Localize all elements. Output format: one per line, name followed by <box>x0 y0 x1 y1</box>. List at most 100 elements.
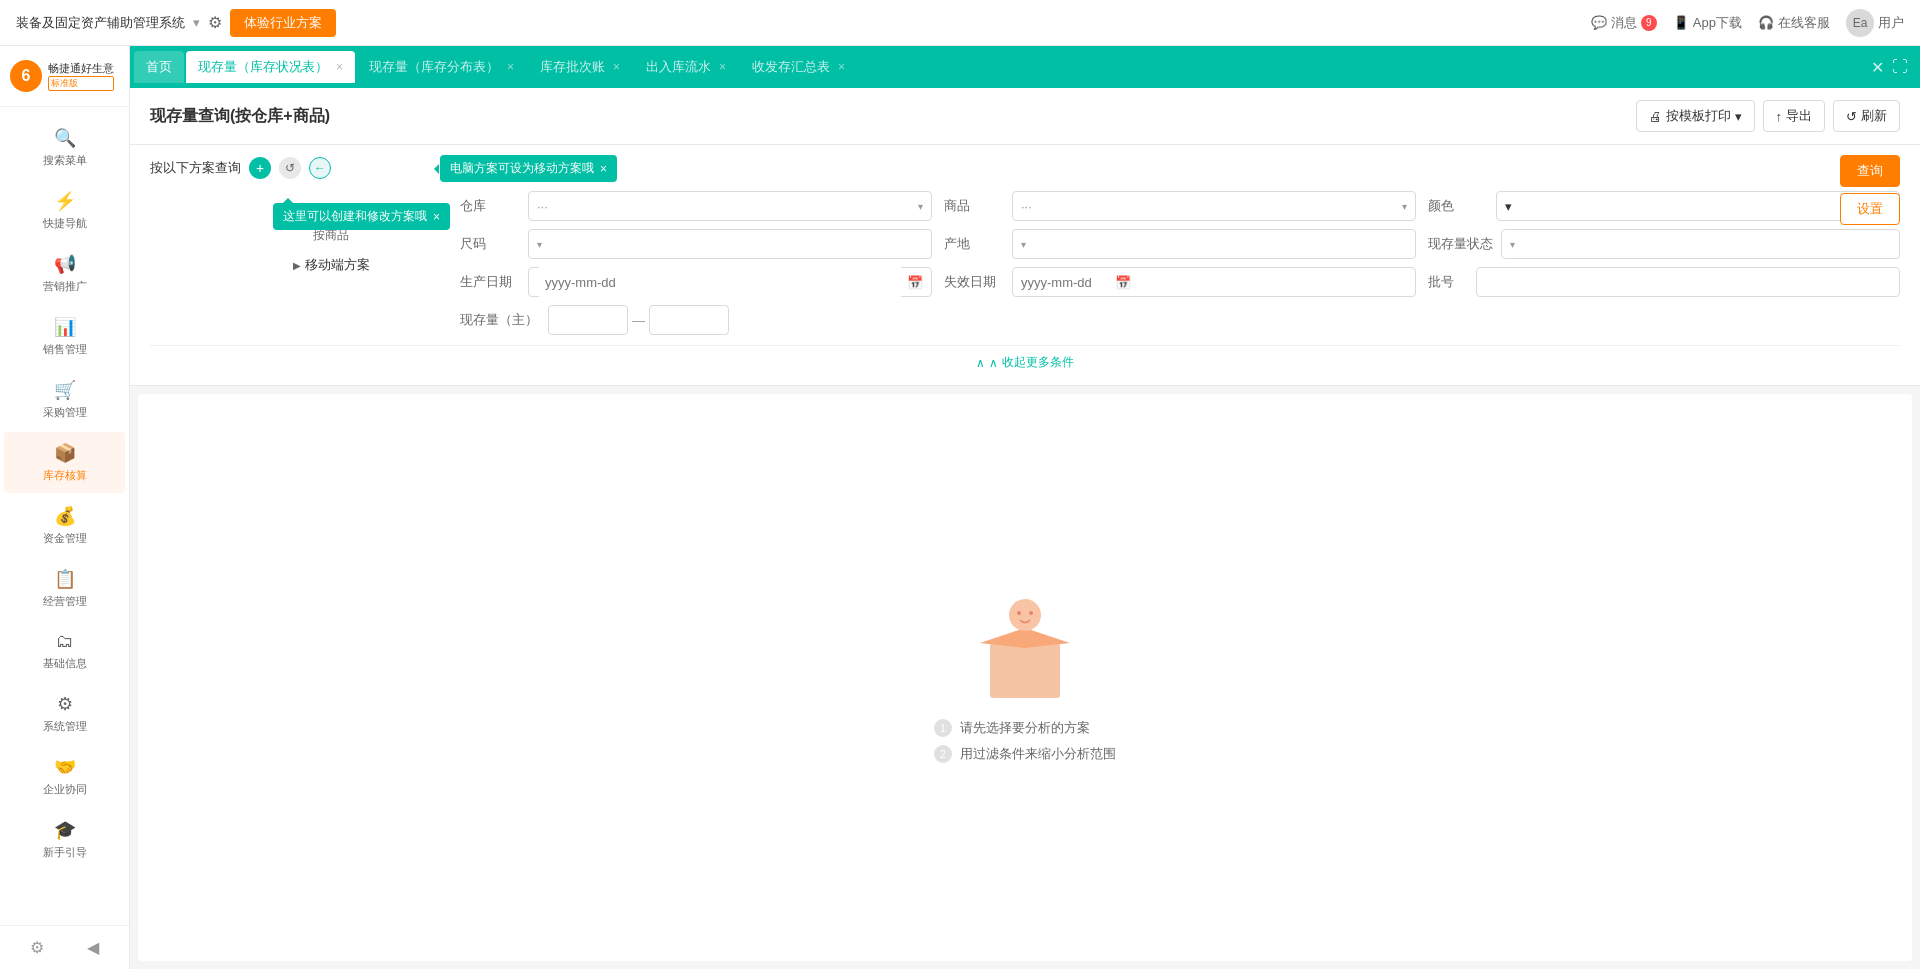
stock-status-label: 现存量状态 <box>1428 235 1493 253</box>
qty-to-input[interactable] <box>649 305 729 335</box>
size-field: 尺码 ▾ <box>460 229 932 259</box>
finance-icon: 💰 <box>54 505 76 527</box>
template-print-button[interactable]: 🖨 按模板打印 ▾ <box>1636 100 1755 132</box>
origin-select[interactable]: ▾ <box>1012 229 1416 259</box>
sidebar-item-guide[interactable]: 🎓 新手引导 <box>4 809 125 870</box>
stock-status-select[interactable]: ▾ <box>1501 229 1900 259</box>
stock-status-select-display[interactable]: ▾ <box>1501 229 1900 259</box>
filter-row-1: 仓库 ··· ▾ 商品 <box>305 191 1900 221</box>
system-dropdown-icon[interactable]: ▾ <box>193 15 200 30</box>
expire-date-from[interactable] <box>1021 275 1111 290</box>
goods-select[interactable]: ··· ▾ <box>1012 191 1416 221</box>
produce-date-range[interactable]: 📅 <box>528 267 932 297</box>
app-download-button[interactable]: 📱 App下载 <box>1673 14 1742 32</box>
tab-inventory-status-label: 现存量（库存状况表） <box>198 58 328 76</box>
sidebar-item-search[interactable]: 🔍 搜索菜单 <box>4 117 125 178</box>
tab-close-inventory-dist[interactable]: × <box>507 60 514 74</box>
collapse-label: 收起更多条件 <box>1002 354 1074 371</box>
refresh-icon: ↺ <box>1846 109 1857 124</box>
tab-close-inout-flow[interactable]: × <box>719 60 726 74</box>
sidebar-item-basic[interactable]: 🗂 基础信息 <box>4 621 125 681</box>
tab-inventory-dist[interactable]: 现存量（库存分布表） × <box>357 51 526 83</box>
tab-inventory-dist-label: 现存量（库存分布表） <box>369 58 499 76</box>
reset-button[interactable]: 设置 <box>1840 193 1900 225</box>
sidebar-item-finance[interactable]: 💰 资金管理 <box>4 495 125 556</box>
collapse-button[interactable]: ∧ ∧ 收起更多条件 <box>976 354 1073 371</box>
tab-expand-btn[interactable]: ⛶ <box>1892 58 1908 76</box>
collapse-up-icon: ∧ ∧ <box>976 356 997 370</box>
mobile-scheme-title[interactable]: ▶ 移动端方案 <box>285 252 425 278</box>
logo-icon: 6 <box>10 60 42 92</box>
export-button[interactable]: ↑ 导出 <box>1763 100 1826 132</box>
user-menu[interactable]: Ea 用户 <box>1846 9 1904 37</box>
message-button[interactable]: 💬 消息 9 <box>1591 14 1657 32</box>
origin-select-display[interactable]: ▾ <box>1012 229 1416 259</box>
warehouse-select[interactable]: ··· ▾ <box>528 191 932 221</box>
quick-icon: ⚡ <box>54 190 76 212</box>
filter-refresh-btn[interactable]: ↺ <box>279 157 301 179</box>
tab-collect-summary-label: 收发存汇总表 <box>752 58 830 76</box>
message-icon: 💬 <box>1591 15 1607 30</box>
expire-date-field: 失效日期 📅 <box>944 267 1416 297</box>
expire-date-label: 失效日期 <box>944 273 1004 291</box>
sidebar-item-quick[interactable]: ⚡ 快捷导航 <box>4 180 125 241</box>
goods-select-display[interactable]: ··· ▾ <box>1012 191 1416 221</box>
sidebar-item-purchase[interactable]: 🛒 采购管理 <box>4 369 125 430</box>
trial-button[interactable]: 体验行业方案 <box>230 9 336 37</box>
tab-inventory-status[interactable]: 现存量（库存状况表） × <box>186 51 355 83</box>
tab-actions: ✕ ⛶ <box>1871 58 1916 77</box>
produce-date-from[interactable] <box>537 267 903 297</box>
online-support-button[interactable]: 🎧 在线客服 <box>1758 14 1830 32</box>
user-label: 用户 <box>1878 14 1904 32</box>
export-icon: ↑ <box>1776 109 1783 124</box>
sidebar-item-system[interactable]: ⚙ 系统管理 <box>4 683 125 744</box>
warehouse-field: 仓库 ··· ▾ <box>460 191 932 221</box>
tab-batch-account-label: 库存批次账 <box>540 58 605 76</box>
sidebar-item-operation[interactable]: 📋 经营管理 <box>4 558 125 619</box>
stock-status-arrow-icon: ▾ <box>1510 239 1515 250</box>
tab-home-label: 首页 <box>146 58 172 76</box>
settings-button[interactable]: ⚙ <box>208 13 222 32</box>
sidebar-item-enterprise[interactable]: 🤝 企业协同 <box>4 746 125 807</box>
sidebar-label-finance: 资金管理 <box>43 531 87 546</box>
goods-arrow-icon: ▾ <box>1402 201 1407 212</box>
warehouse-select-display[interactable]: ··· ▾ <box>528 191 932 221</box>
tab-close-all-btn[interactable]: ✕ <box>1871 58 1884 77</box>
empty-tip-1: 1 请先选择要分析的方案 <box>934 719 1116 737</box>
sidebar-item-marketing[interactable]: 📢 营销推广 <box>4 243 125 304</box>
page-actions: 🖨 按模板打印 ▾ ↑ 导出 ↺ 刷新 <box>1636 100 1901 132</box>
filter-add-btn[interactable]: + <box>249 157 271 179</box>
tab-collect-summary[interactable]: 收发存汇总表 × <box>740 51 857 83</box>
tab-home[interactable]: 首页 <box>134 51 184 83</box>
print-arrow-icon: ▾ <box>1735 109 1742 124</box>
sidebar-collapse-btn[interactable]: ◀ <box>87 938 99 957</box>
logo-text: 畅捷通好生意 <box>48 61 114 75</box>
qty-from-input[interactable] <box>548 305 628 335</box>
search-button[interactable]: 查询 <box>1840 155 1900 187</box>
mobile-scheme-section: ▶ 移动端方案 <box>285 252 425 278</box>
batch-label: 批号 <box>1428 273 1468 291</box>
tip-text-2: 用过滤条件来缩小分析范围 <box>960 745 1116 763</box>
tab-close-collect-summary[interactable]: × <box>838 60 845 74</box>
system-icon: ⚙ <box>57 693 73 715</box>
sidebar-item-inventory[interactable]: 📦 库存核算 <box>4 432 125 493</box>
edit-tooltip-close[interactable]: × <box>433 210 440 224</box>
sidebar-settings-btn[interactable]: ⚙ <box>30 938 44 957</box>
user-avatar: Ea <box>1846 9 1874 37</box>
expire-date-range[interactable]: 📅 <box>1012 267 1416 297</box>
sidebar-item-sales[interactable]: 📊 销售管理 <box>4 306 125 367</box>
batch-input[interactable] <box>1476 267 1900 297</box>
mobile-scheme-label: 移动端方案 <box>305 256 370 274</box>
size-select[interactable]: ▾ <box>528 229 932 259</box>
filter-back-btn[interactable]: ← <box>309 157 331 179</box>
tab-close-batch-account[interactable]: × <box>613 60 620 74</box>
tab-inout-flow[interactable]: 出入库流水 × <box>634 51 738 83</box>
refresh-button[interactable]: ↺ 刷新 <box>1833 100 1900 132</box>
warehouse-more-icon: ··· <box>537 199 548 214</box>
size-select-display[interactable]: ▾ <box>528 229 932 259</box>
sidebar-bottom: ⚙ ◀ <box>0 925 129 969</box>
sidebar-label-inventory: 库存核算 <box>43 468 87 483</box>
scheme-tooltip-close[interactable]: × <box>600 162 607 176</box>
tab-batch-account[interactable]: 库存批次账 × <box>528 51 632 83</box>
tab-close-inventory-status[interactable]: × <box>336 60 343 74</box>
